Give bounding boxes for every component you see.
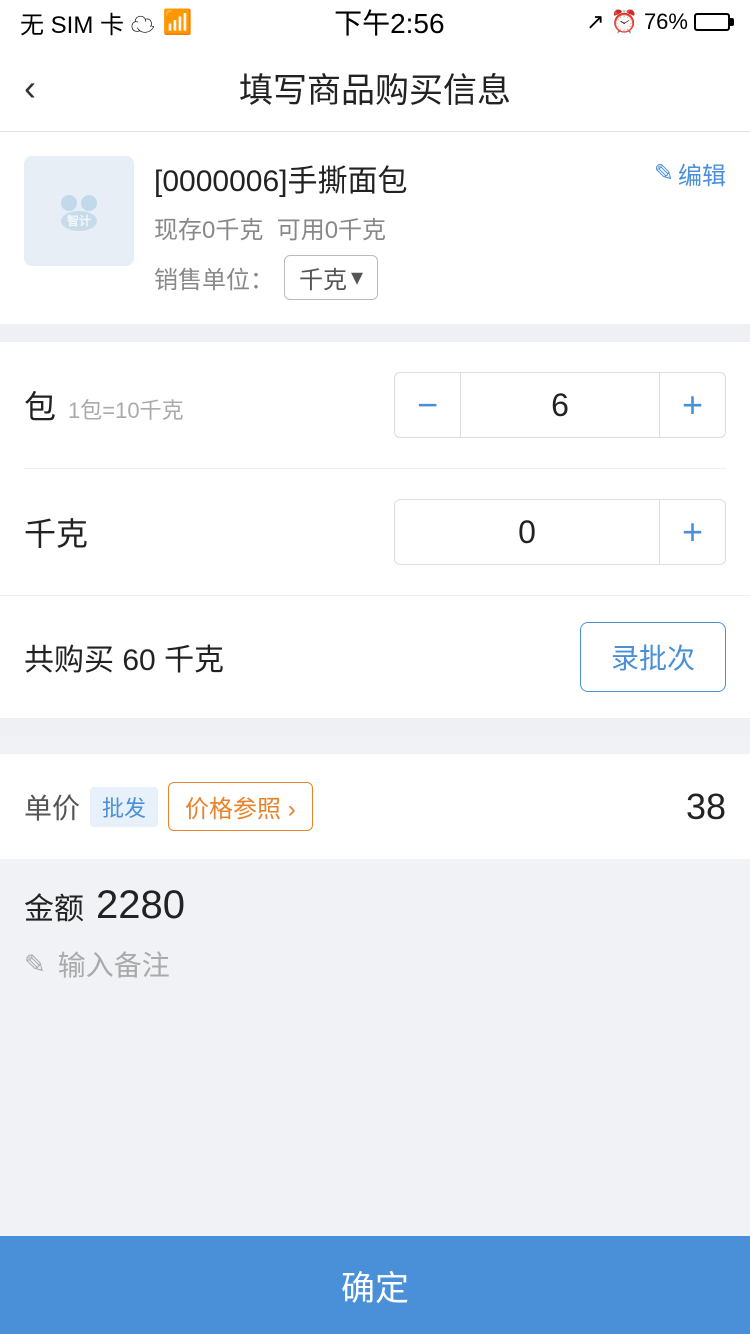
wifi-icon: 📶 <box>163 8 193 37</box>
unit-dropdown[interactable]: 千克 ▾ <box>284 255 378 300</box>
total-row: 共购买 60 千克 录批次 <box>0 595 750 718</box>
edit-icon: ✎ <box>654 159 674 188</box>
price-value: 38 <box>686 786 726 828</box>
page-title: 填写商品购买信息 <box>239 63 511 112</box>
battery-label: 76% <box>644 9 688 35</box>
kg-controls: + <box>394 499 726 565</box>
bao-minus-button[interactable]: − <box>394 372 460 438</box>
bao-controls: − + <box>394 372 726 438</box>
quantity-section: 包 1包=10千克 − + 千克 + <box>0 342 750 595</box>
unit-label: 销售单位： <box>154 260 274 295</box>
product-image: 智计 <box>24 156 134 266</box>
svg-text:智计: 智计 <box>66 213 91 228</box>
bao-plus-button[interactable]: + <box>660 372 726 438</box>
record-batch-button[interactable]: 录批次 <box>580 622 726 692</box>
amount-section: 金额 2280 ✎ 输入备注 <box>0 859 750 1004</box>
bao-input[interactable] <box>460 372 660 438</box>
quantity-row-kg: 千克 + <box>24 469 726 595</box>
kg-plus-button[interactable]: + <box>660 499 726 565</box>
location-icon: ↗ <box>586 9 604 35</box>
back-button[interactable]: ‹ <box>24 67 36 109</box>
price-section: 单价 批发 价格参照 › 38 <box>0 754 750 859</box>
price-label: 单价 批发 价格参照 › <box>24 782 313 831</box>
remark-text: 输入备注 <box>58 944 170 984</box>
quantity-row-bao: 包 1包=10千克 − + <box>24 342 726 469</box>
confirm-button[interactable]: 确定 <box>0 1236 750 1334</box>
nav-bar: ‹ 填写商品购买信息 <box>0 44 750 132</box>
status-time: 下午2:56 <box>334 2 445 42</box>
bao-label: 包 1包=10千克 <box>24 382 184 428</box>
status-left: 无 SIM 卡 ☁ 📶 <box>20 5 193 40</box>
battery-icon <box>694 13 730 31</box>
amount-row: 金额 2280 <box>24 883 726 928</box>
alarm-icon: ⏰ <box>611 9 638 35</box>
product-logo-icon: 智计 <box>49 181 109 241</box>
divider-2 <box>0 718 750 736</box>
edit-label: 编辑 <box>678 156 726 191</box>
kg-input[interactable] <box>394 499 660 565</box>
product-name: [0000006]手撕面包 <box>154 156 726 200</box>
remark-row[interactable]: ✎ 输入备注 <box>24 944 726 1004</box>
product-unit-row: 销售单位： 千克 ▾ <box>154 255 726 300</box>
product-stock: 现存0千克 可用0千克 <box>154 210 726 245</box>
amount-value: 2280 <box>96 883 185 928</box>
bao-sublabel: 1包=10千克 <box>68 393 184 425</box>
total-text: 共购买 60 千克 <box>24 635 224 679</box>
price-tag: 批发 <box>90 787 158 827</box>
empty-area <box>0 1004 750 1236</box>
divider-1 <box>0 324 750 342</box>
status-bar: 无 SIM 卡 ☁ 📶 下午2:56 ↗ ⏰ 76% <box>0 0 750 44</box>
product-info: [0000006]手撕面包 现存0千克 可用0千克 销售单位： 千克 ▾ <box>154 156 726 300</box>
remark-icon: ✎ <box>24 949 46 980</box>
amount-label: 金额 <box>24 884 84 928</box>
sim-label: 无 SIM 卡 ☁ <box>20 5 155 40</box>
product-section: 智计 [0000006]手撕面包 现存0千克 可用0千克 销售单位： 千克 ▾ … <box>0 132 750 324</box>
dropdown-arrow-icon: ▾ <box>351 263 363 292</box>
edit-link[interactable]: ✎ 编辑 <box>654 156 726 191</box>
kg-label: 千克 <box>24 509 88 555</box>
status-right: ↗ ⏰ 76% <box>586 9 730 35</box>
price-ref-button[interactable]: 价格参照 › <box>168 782 313 831</box>
